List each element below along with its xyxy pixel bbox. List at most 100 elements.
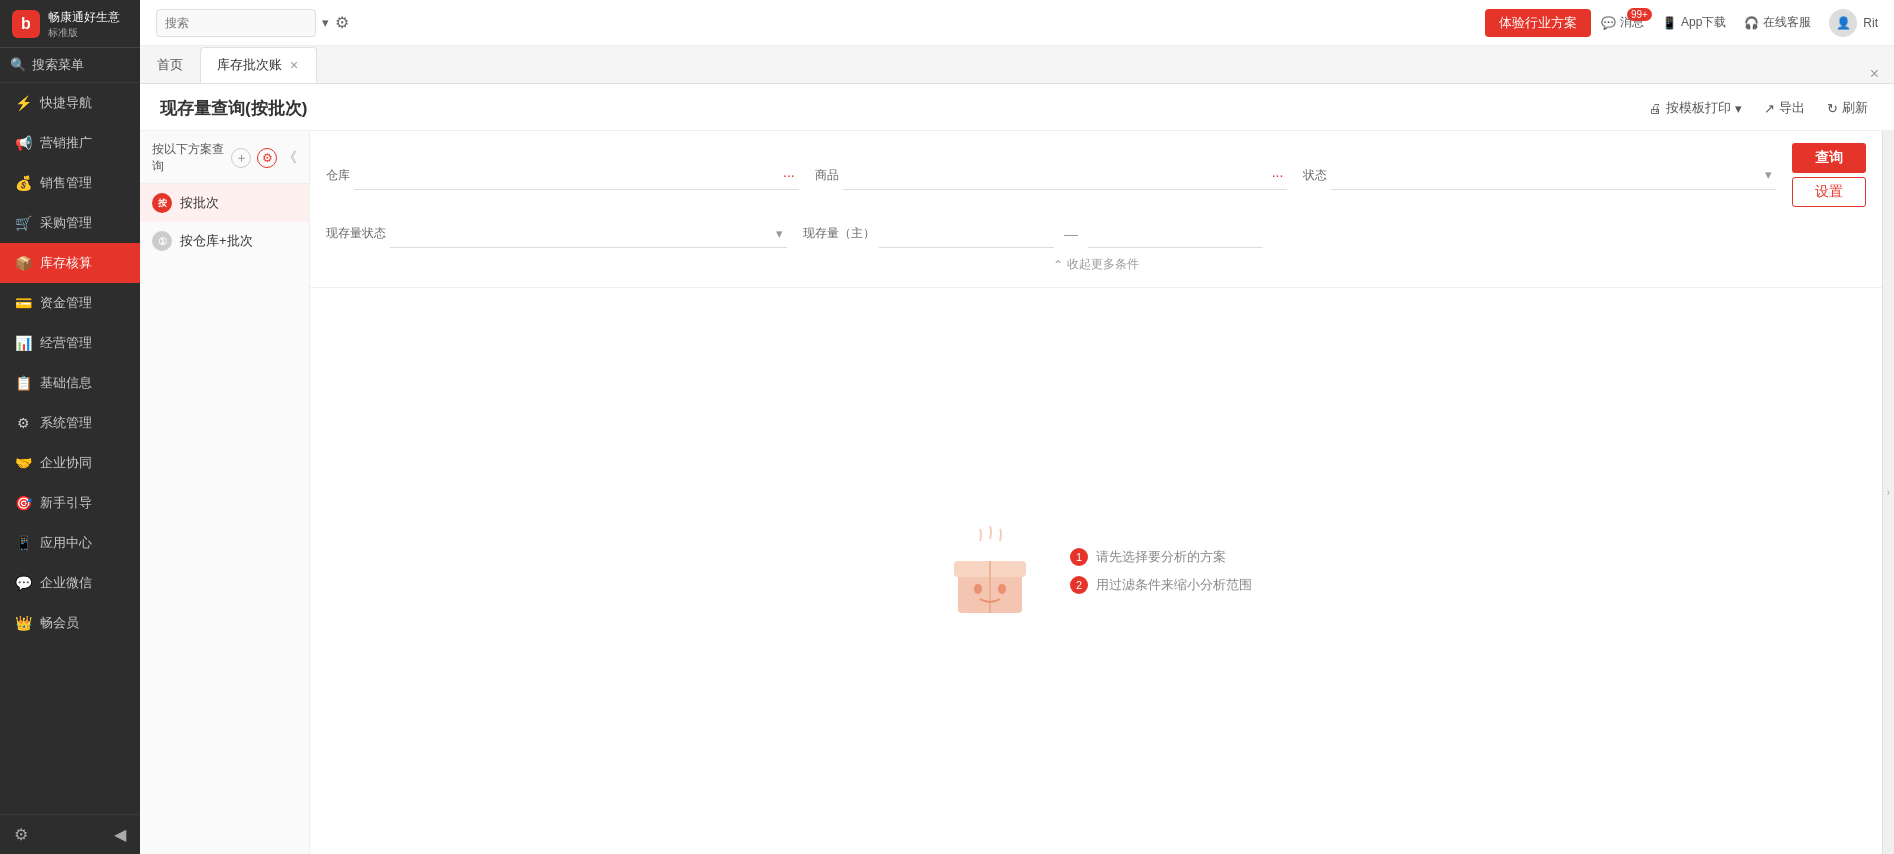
status-input[interactable] — [1335, 161, 1765, 189]
search-icon: 🔍 — [10, 57, 26, 72]
member-icon: 👑 — [14, 614, 32, 632]
sidebar-item-system[interactable]: ⚙ 系统管理 — [0, 403, 140, 443]
filter-status: 状态 ▾ — [1303, 161, 1776, 190]
sidebar-item-marketing[interactable]: 📢 营销推广 — [0, 123, 140, 163]
product-input[interactable] — [847, 161, 1272, 189]
sidebar-item-finance[interactable]: 💳 资金管理 — [0, 283, 140, 323]
topbar-app-download-btn[interactable]: 📱 App下载 — [1662, 14, 1726, 31]
plan-icon-warehouse: ① — [152, 231, 172, 251]
query-action-area: 查询 设置 — [1792, 143, 1866, 207]
filter-product: 商品 ··· — [815, 161, 1288, 190]
refresh-btn[interactable]: ↻ 刷新 — [1821, 96, 1874, 120]
sales-icon: 💰 — [14, 174, 32, 192]
sidebar-item-inventory[interactable]: 📦 库存核算 — [0, 243, 140, 283]
app-brand: 畅康通好生意 标准版 — [48, 10, 120, 39]
tab-home[interactable]: 首页 — [140, 47, 200, 83]
tab-inventory-batch[interactable]: 库存批次账 × — [200, 47, 317, 83]
plan-item-by-warehouse-batch[interactable]: ① 按仓库+批次 — [140, 222, 309, 260]
stock-status-dropdown-icon[interactable]: ▾ — [776, 226, 783, 241]
warehouse-input-wrap: ··· — [354, 161, 799, 190]
topbar-user-area[interactable]: 👤 Rit — [1829, 9, 1878, 37]
right-collapse-handle[interactable]: › — [1882, 131, 1894, 854]
svg-point-4 — [998, 584, 1006, 594]
inventory-icon: 📦 — [14, 254, 32, 272]
sidebar-item-purchase[interactable]: 🛒 采购管理 — [0, 203, 140, 243]
settings-btn[interactable]: 设置 — [1792, 177, 1866, 207]
sidebar-item-wechat[interactable]: 💬 企业微信 — [0, 563, 140, 603]
sidebar-search[interactable]: 🔍 搜索菜单 — [0, 48, 140, 83]
topbar-gear-btn[interactable]: ⚙ — [335, 13, 349, 32]
sidebar-item-quick-nav[interactable]: ⚡ 快捷导航 — [0, 83, 140, 123]
collapse-icon: ⌃ — [1053, 258, 1063, 272]
topbar: ▾ ⚙ 体验行业方案 💬 消息 99+ 📱 App下载 🎧 在线客服 👤 — [140, 0, 1894, 46]
sidebar-nav: ⚡ 快捷导航 📢 营销推广 💰 销售管理 🛒 采购管理 📦 库存核算 💳 资金管… — [0, 83, 140, 814]
topbar-search-area: ▾ ⚙ — [156, 9, 1475, 37]
sidebar-item-guide[interactable]: 🎯 新手引导 — [0, 483, 140, 523]
stock-amount-from-input[interactable] — [883, 219, 1050, 247]
tab-close-btn[interactable]: × — [288, 58, 300, 72]
sidebar-item-basic[interactable]: 📋 基础信息 — [0, 363, 140, 403]
sidebar-footer: ⚙ ◀ — [0, 814, 140, 854]
sidebar: b 畅康通好生意 标准版 🔍 搜索菜单 ⚡ 快捷导航 📢 营销推广 💰 销售管理… — [0, 0, 140, 854]
print-template-btn[interactable]: 🖨 按模板打印 ▾ — [1643, 96, 1748, 120]
tab-bar: 首页 库存批次账 × × — [140, 46, 1894, 84]
empty-state-content: 1 请先选择要分析的方案 2 用过滤条件来缩小分析范围 — [940, 521, 1252, 621]
page-body: 按以下方案查询 ＋ ⚙ 《 按 按批次 ① 按仓库+批次 — [140, 131, 1894, 854]
wechat-icon: 💬 — [14, 574, 32, 592]
product-more-btn[interactable]: ··· — [1272, 167, 1284, 183]
sidebar-item-enterprise[interactable]: 🤝 企业协同 — [0, 443, 140, 483]
topbar-experience-btn[interactable]: 体验行业方案 — [1485, 9, 1591, 37]
empty-illustration-svg — [940, 521, 1040, 621]
query-btn[interactable]: 查询 — [1792, 143, 1866, 173]
refresh-icon: ↻ — [1827, 101, 1838, 116]
plan-item-by-batch[interactable]: 按 按批次 — [140, 184, 309, 222]
page-title: 现存量查询(按批次) — [160, 97, 307, 120]
warehouse-input[interactable] — [358, 161, 783, 189]
sidebar-item-member[interactable]: 👑 畅会员 — [0, 603, 140, 643]
collapse-more-btn[interactable]: ⌃ 收起更多条件 — [326, 252, 1866, 281]
stock-status-input[interactable] — [394, 219, 776, 247]
export-btn[interactable]: ↗ 导出 — [1758, 96, 1811, 120]
panel-collapse-btn[interactable]: 《 — [283, 149, 297, 167]
sidebar-item-sales[interactable]: 💰 销售管理 — [0, 163, 140, 203]
svg-point-3 — [974, 584, 982, 594]
product-input-wrap: ··· — [843, 161, 1288, 190]
stock-amount-to-wrap — [1088, 219, 1263, 248]
topbar-dropdown-btn[interactable]: ▾ — [322, 15, 329, 30]
sidebar-item-operations[interactable]: 📊 经营管理 — [0, 323, 140, 363]
plan-settings-btn[interactable]: ⚙ — [257, 148, 277, 168]
topbar-search-input[interactable] — [156, 9, 316, 37]
empty-hint-2: 2 用过滤条件来缩小分析范围 — [1070, 576, 1252, 594]
filter-row-2: 现存量状态 ▾ 现存量（主） — — [326, 219, 1866, 248]
sidebar-settings-btn[interactable]: ⚙ — [14, 825, 28, 844]
empty-hints: 1 请先选择要分析的方案 2 用过滤条件来缩小分析范围 — [1070, 548, 1252, 594]
purchase-icon: 🛒 — [14, 214, 32, 232]
headset-icon: 🎧 — [1744, 16, 1759, 30]
warehouse-more-btn[interactable]: ··· — [783, 167, 795, 183]
page-header: 现存量查询(按批次) 🖨 按模板打印 ▾ ↗ 导出 ↻ 刷新 — [140, 84, 1894, 131]
filter-row-1: 仓库 ··· 商品 ··· — [326, 143, 1866, 207]
topbar-messages-btn[interactable]: 💬 消息 99+ — [1601, 14, 1644, 31]
add-plan-btn[interactable]: ＋ — [231, 148, 251, 168]
status-dropdown-icon[interactable]: ▾ — [1765, 167, 1772, 182]
main-close-btn[interactable]: × — [1865, 65, 1884, 83]
sidebar-collapse-btn[interactable]: ◀ — [114, 825, 126, 844]
filter-stock-amount: 现存量（主） — — [803, 219, 1264, 248]
filter-area: 仓库 ··· 商品 ··· — [310, 131, 1882, 288]
empty-hint-1: 1 请先选择要分析的方案 — [1070, 548, 1252, 566]
topbar-right: 💬 消息 99+ 📱 App下载 🎧 在线客服 👤 Rit — [1601, 9, 1878, 37]
system-icon: ⚙ — [14, 414, 32, 432]
stock-amount-to-input[interactable] — [1092, 219, 1259, 247]
avatar-icon: 👤 — [1836, 16, 1851, 30]
enterprise-icon: 🤝 — [14, 454, 32, 472]
hint-num-2: 2 — [1070, 576, 1088, 594]
sidebar-item-apps[interactable]: 📱 应用中心 — [0, 523, 140, 563]
finance-icon: 💳 — [14, 294, 32, 312]
app-logo: b — [12, 10, 40, 38]
stock-status-select-wrap: ▾ — [390, 219, 787, 248]
export-icon: ↗ — [1764, 101, 1775, 116]
topbar-online-service-btn[interactable]: 🎧 在线客服 — [1744, 14, 1811, 31]
apps-icon: 📱 — [14, 534, 32, 552]
username-label: Rit — [1863, 16, 1878, 30]
printer-icon: 🖨 — [1649, 101, 1662, 116]
